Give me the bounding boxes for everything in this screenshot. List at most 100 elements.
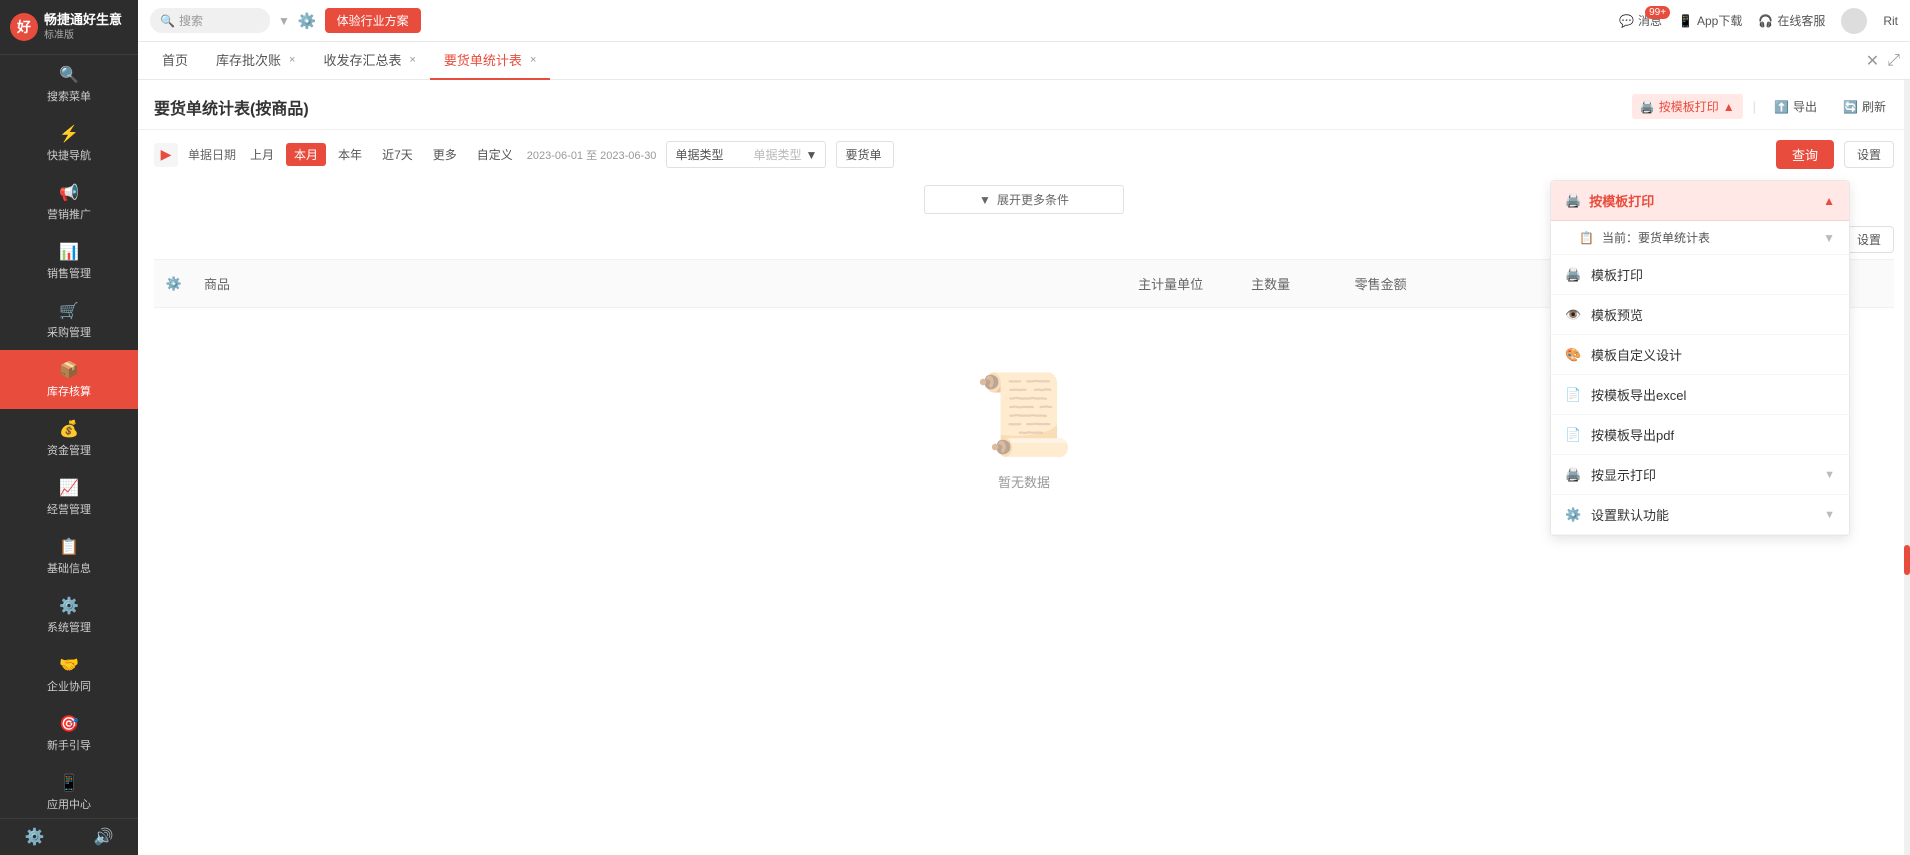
logo-text: 畅捷通好生意 标准版: [44, 12, 122, 42]
marketing-label: 营销推广: [47, 206, 91, 222]
order-status-filter[interactable]: 要货单: [836, 141, 894, 168]
cooperation-label: 企业协同: [47, 678, 91, 694]
sidebar-item-inventory[interactable]: 📦 库存核算: [0, 350, 138, 409]
column-settings-icon[interactable]: ⚙️: [166, 276, 182, 291]
print-header-arrow-icon: ▲: [1823, 194, 1835, 208]
template-pdf-item[interactable]: 📄 按模板导出pdf: [1551, 415, 1849, 455]
search-icon: 🔍: [59, 65, 79, 85]
sidebar-item-apps[interactable]: 📱 应用中心: [0, 763, 138, 818]
sidebar-item-operations[interactable]: 📈 经营管理: [0, 468, 138, 527]
tab-inventory-batch-close[interactable]: ×: [289, 54, 295, 66]
template-preview-item[interactable]: 👁️ 模板预览: [1551, 295, 1849, 335]
refresh-action-btn[interactable]: 🔄 刷新: [1835, 94, 1894, 119]
search-label: 搜索菜单: [47, 88, 91, 104]
tab-order-stats[interactable]: 要货单统计表 ×: [430, 42, 550, 80]
volume-icon[interactable]: 🔊: [94, 827, 114, 847]
expand-icon: ▼: [979, 193, 991, 207]
print-action-btn[interactable]: 🖨️ 按模板打印 ▲: [1632, 94, 1743, 119]
tab-order-stats-close[interactable]: ×: [530, 54, 536, 66]
headset-icon: 🎧: [1758, 14, 1773, 28]
th-amount: 零售金额: [1321, 268, 1441, 299]
quick-nav-label: 快捷导航: [47, 147, 91, 163]
scroll-thumb[interactable]: [1904, 545, 1910, 575]
print-dropdown-header[interactable]: 🖨️ 按模板打印 ▲: [1551, 181, 1849, 221]
filter-expand-btn[interactable]: ▶: [154, 143, 178, 167]
sidebar-item-basic[interactable]: 📋 基础信息: [0, 527, 138, 586]
template-design-item[interactable]: 🎨 模板自定义设计: [1551, 335, 1849, 375]
avatar[interactable]: [1841, 8, 1867, 34]
window-close-icon[interactable]: ✕: [1866, 51, 1879, 71]
order-type-select[interactable]: 单据类型 单据类型 ▼: [666, 141, 826, 168]
apps-icon: 📱: [59, 773, 79, 793]
th-settings: ⚙️: [154, 270, 194, 298]
template-print-item[interactable]: 🖨️ 模板打印: [1551, 255, 1849, 295]
inventory-icon: 📦: [59, 360, 79, 380]
sidebar-item-guide[interactable]: 🎯 新手引导: [0, 704, 138, 763]
tab-home-label: 首页: [162, 50, 188, 69]
set-default-label: 设置默认功能: [1591, 505, 1669, 524]
apps-label: 应用中心: [47, 796, 91, 812]
topbar-settings-icon[interactable]: ⚙️: [298, 12, 317, 30]
inventory-label: 库存核算: [47, 383, 91, 399]
tab-order-stats-label: 要货单统计表: [444, 50, 522, 69]
app-download-item[interactable]: 📱 App下载: [1678, 12, 1742, 29]
date-tab-this-year[interactable]: 本年: [330, 143, 370, 166]
app-icon: 📱: [1678, 14, 1693, 28]
table-settings-button[interactable]: 设置: [1844, 226, 1894, 253]
notification-badge: 99+: [1645, 6, 1670, 19]
sidebar-item-purchase[interactable]: 🛒 采购管理: [0, 291, 138, 350]
template-pdf-icon: 📄: [1565, 427, 1581, 443]
query-button[interactable]: 查询: [1776, 140, 1834, 169]
date-tab-prev-month[interactable]: 上月: [242, 143, 282, 166]
topbar-dropdown[interactable]: ▼: [278, 14, 290, 28]
date-tab-this-month[interactable]: 本月: [286, 143, 326, 166]
trial-button[interactable]: 体验行业方案: [325, 8, 421, 33]
set-default-item[interactable]: ⚙️ 设置默认功能 ▼: [1551, 495, 1849, 535]
order-type-label: 单据类型: [675, 146, 723, 163]
th-amount-label: 零售金额: [1355, 277, 1407, 292]
template-print-label: 模板打印: [1591, 265, 1643, 284]
print-header-icon: 🖨️: [1565, 193, 1581, 209]
template-excel-item[interactable]: 📄 按模板导出excel: [1551, 375, 1849, 415]
page-content: 要货单统计表(按商品) 🖨️ 按模板打印 ▲ | ⬆️ 导出 🔄 刷新: [138, 80, 1910, 855]
display-print-arrow: ▼: [1824, 469, 1835, 481]
system-label: 系统管理: [47, 619, 91, 635]
export-action-btn[interactable]: ⬆️ 导出: [1766, 94, 1825, 119]
th-product-label: 商品: [204, 277, 230, 292]
operations-label: 经营管理: [47, 501, 91, 517]
sidebar-item-marketing[interactable]: 📢 营销推广: [0, 173, 138, 232]
date-tab-custom[interactable]: 自定义: [469, 143, 521, 166]
notification-item[interactable]: 💬 消息 99+: [1619, 12, 1662, 29]
sidebar-item-system[interactable]: ⚙️ 系统管理: [0, 586, 138, 645]
online-service-item[interactable]: 🎧 在线客服: [1758, 12, 1825, 29]
date-tab-more[interactable]: 更多: [425, 143, 465, 166]
tab-home[interactable]: 首页: [148, 42, 202, 80]
sidebar-bottom: ⚙️ 🔊: [0, 818, 138, 855]
settings-icon[interactable]: ⚙️: [25, 827, 45, 847]
sidebar-item-quick-nav[interactable]: ⚡ 快捷导航: [0, 114, 138, 173]
current-template-item[interactable]: 📋 当前：要货单统计表 ▼: [1551, 221, 1849, 255]
operations-icon: 📈: [59, 478, 79, 498]
template-preview-icon: 👁️: [1565, 307, 1581, 323]
sidebar-item-search[interactable]: 🔍 搜索菜单: [0, 55, 138, 114]
notification-icon: 💬: [1619, 14, 1634, 28]
date-filter-group: 单据日期 上月 本月 本年 近7天 更多 自定义 2023-06-01 至 20…: [188, 143, 656, 166]
print-dropdown-title: 🖨️ 按模板打印: [1565, 191, 1654, 210]
sidebar-item-finance[interactable]: 💰 资金管理: [0, 409, 138, 468]
tab-receipt-summary-close[interactable]: ×: [409, 54, 415, 66]
set-default-arrow: ▼: [1824, 509, 1835, 521]
tab-inventory-batch[interactable]: 库存批次账 ×: [202, 42, 309, 80]
marketing-icon: 📢: [59, 183, 79, 203]
settings-button[interactable]: 设置: [1844, 141, 1894, 168]
date-tab-7days[interactable]: 近7天: [374, 143, 421, 166]
date-label: 单据日期: [188, 146, 236, 163]
app-download-label: App下载: [1697, 12, 1742, 29]
sidebar-item-sales[interactable]: 📊 销售管理: [0, 232, 138, 291]
sidebar-item-cooperation[interactable]: 🤝 企业协同: [0, 645, 138, 704]
window-expand-icon[interactable]: ⤢: [1887, 52, 1900, 70]
search-bar[interactable]: 🔍 搜索: [150, 8, 270, 33]
tab-receipt-summary[interactable]: 收发存汇总表 ×: [309, 42, 429, 80]
page-actions: 🖨️ 按模板打印 ▲ | ⬆️ 导出 🔄 刷新: [1632, 94, 1894, 119]
expand-more-btn[interactable]: ▼ 展开更多条件: [924, 185, 1124, 214]
display-print-item[interactable]: 🖨️ 按显示打印 ▼: [1551, 455, 1849, 495]
